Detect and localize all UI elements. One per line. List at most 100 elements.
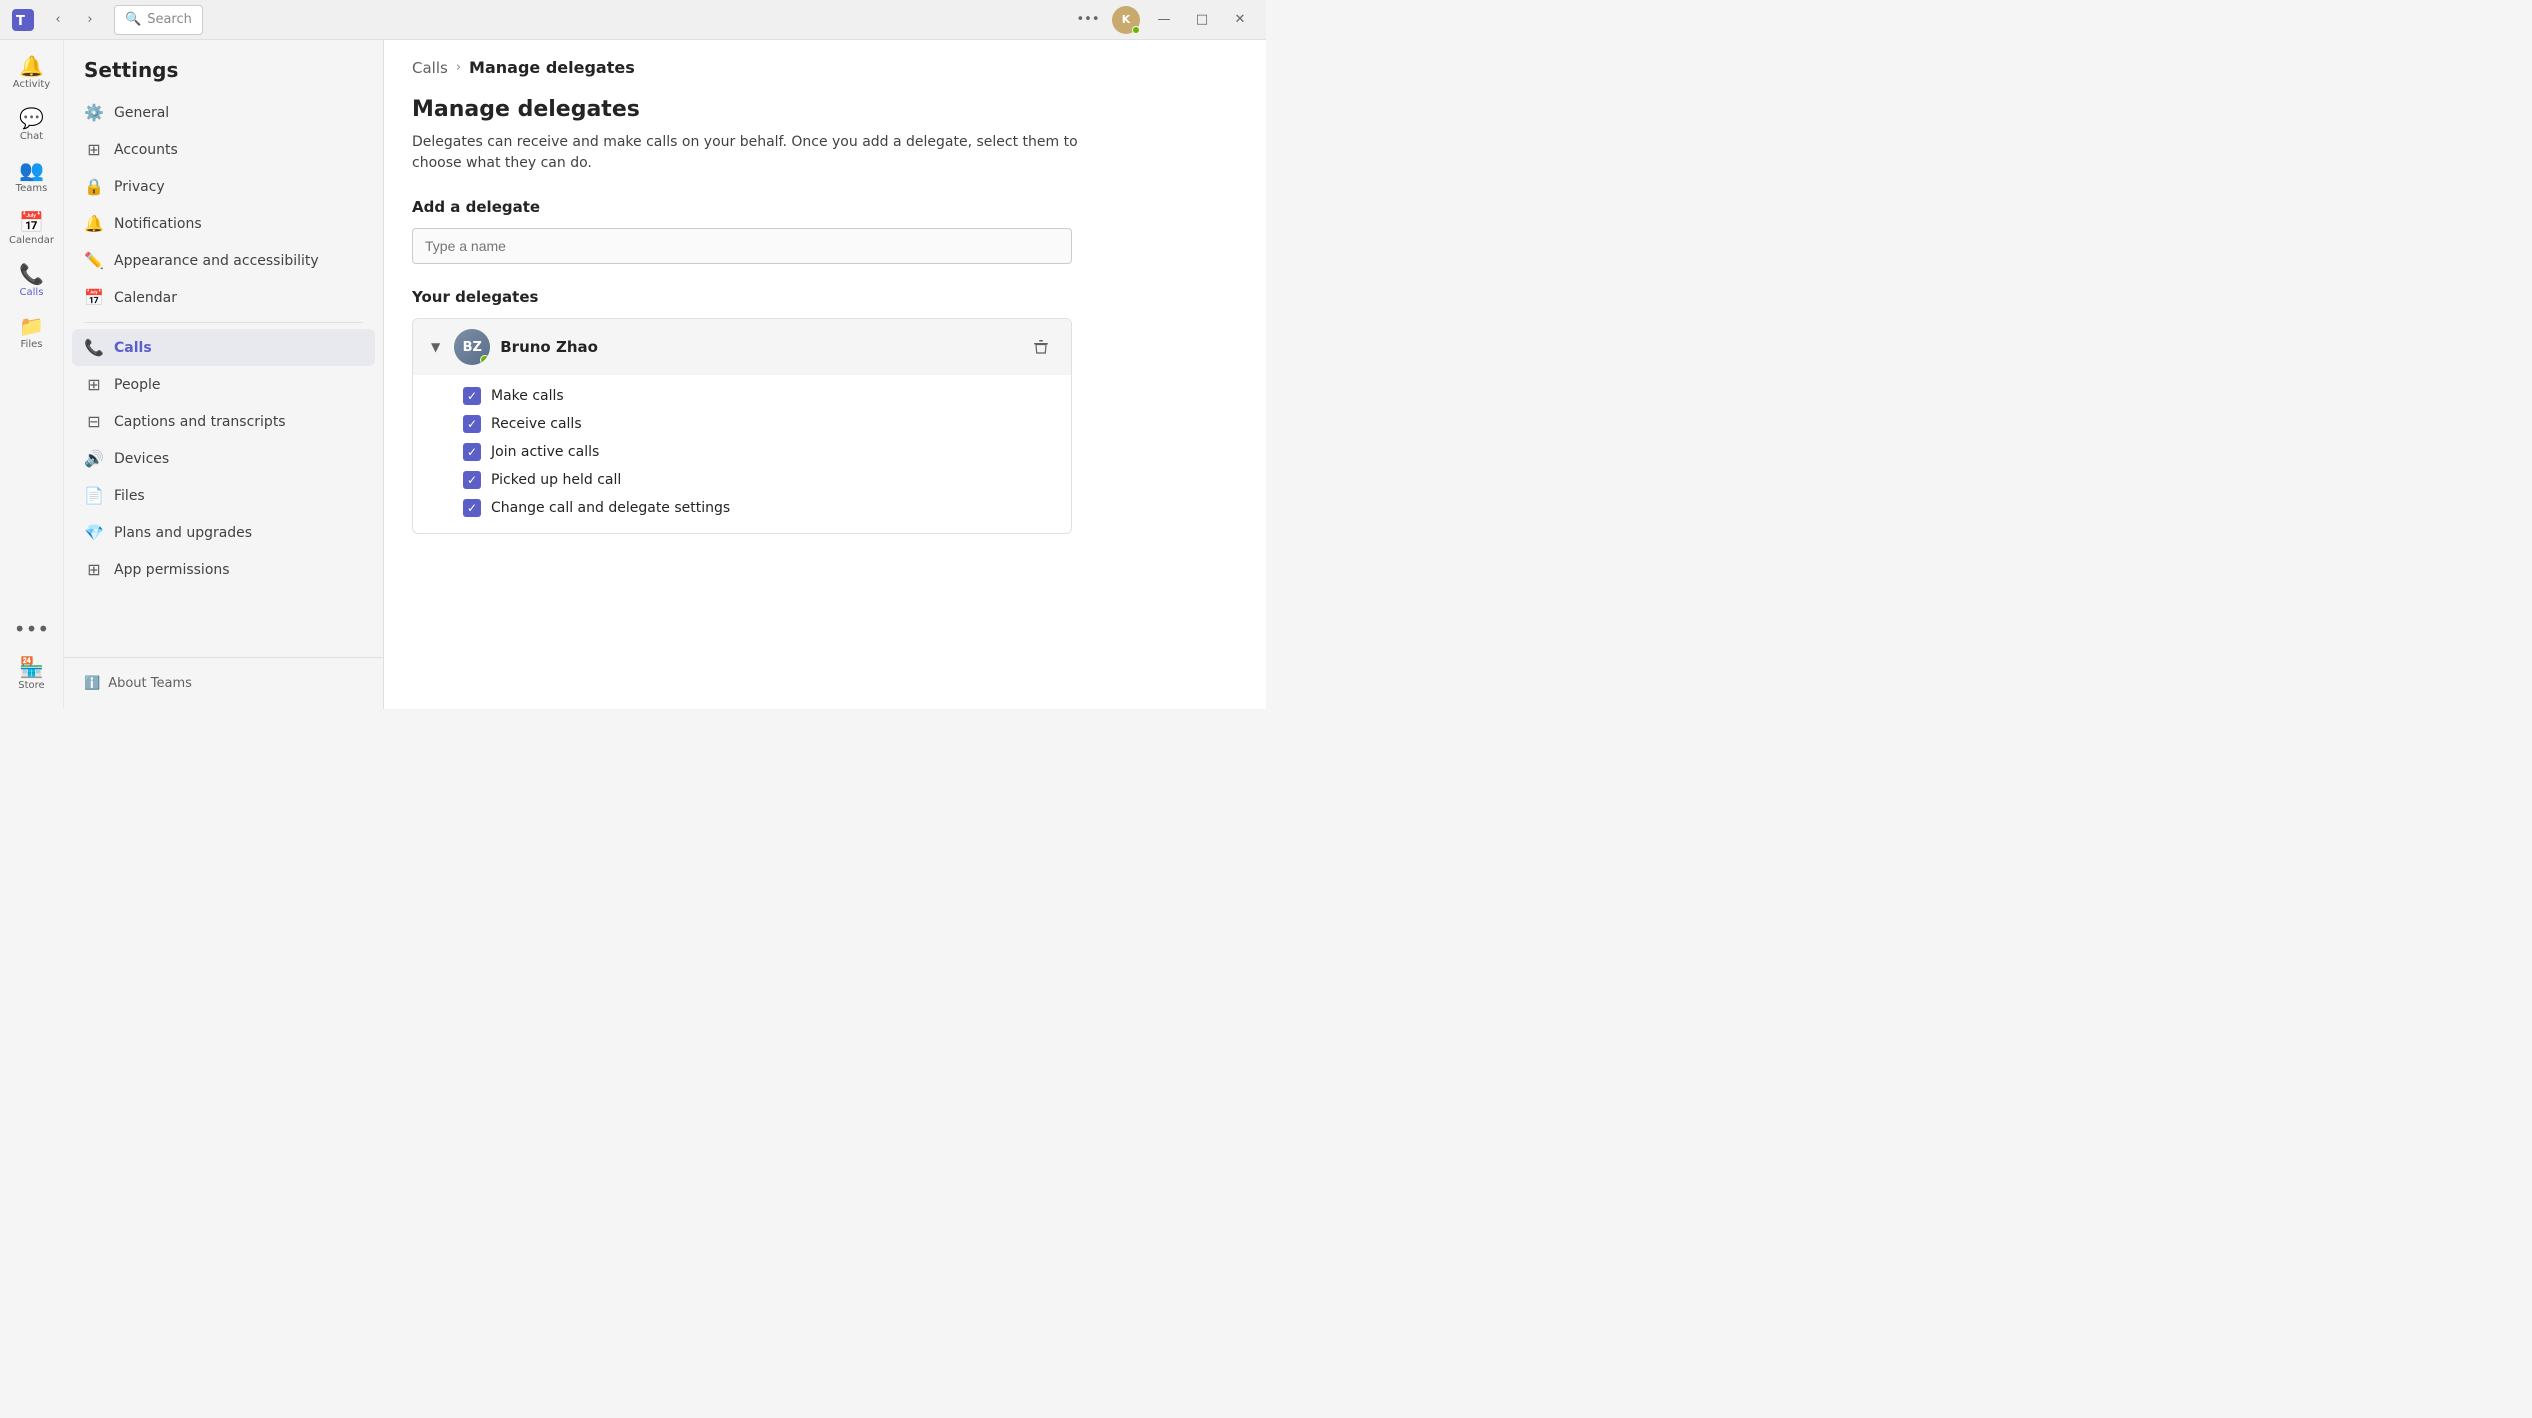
menu-label-devices: Devices — [114, 451, 169, 467]
permission-label-pickup-held: Picked up held call — [491, 472, 621, 488]
menu-label-calls: Calls — [114, 340, 152, 356]
delegate-avatar: BZ — [454, 329, 490, 365]
menu-item-calls[interactable]: 📞 Calls — [72, 329, 375, 366]
permission-label-make-calls: Make calls — [491, 388, 564, 404]
nav-arrows: ‹ › — [44, 6, 104, 34]
menu-item-notifications[interactable]: 🔔 Notifications — [72, 205, 375, 242]
search-bar[interactable]: 🔍 Search — [114, 5, 203, 35]
more-options-button[interactable]: ••• — [1074, 6, 1102, 34]
main-content: Calls › Manage delegates Manage delegate… — [384, 40, 1266, 709]
search-placeholder: Search — [147, 12, 192, 27]
breadcrumb-parent[interactable]: Calls — [412, 59, 448, 77]
teams-icon: 👥 — [19, 160, 44, 180]
calls-icon: 📞 — [19, 264, 44, 284]
permission-label-receive-calls: Receive calls — [491, 416, 582, 432]
title-bar-left: T ‹ › 🔍 Search — [12, 5, 203, 35]
add-delegate-input[interactable] — [412, 228, 1072, 264]
nav-item-calendar[interactable]: 📅 Calendar — [6, 204, 58, 254]
user-avatar[interactable]: K — [1112, 6, 1140, 34]
content-body: Manage delegates Delegates can receive a… — [384, 87, 1266, 709]
svg-text:T: T — [16, 14, 25, 29]
checkbox-make-calls[interactable]: ✓ — [463, 387, 481, 405]
checkbox-pickup-held[interactable]: ✓ — [463, 471, 481, 489]
notifications-icon: 🔔 — [84, 214, 104, 233]
title-bar: T ‹ › 🔍 Search ••• K — □ ✕ — [0, 0, 1266, 40]
people-icon: ⊞ — [84, 375, 104, 394]
menu-item-files[interactable]: 📄 Files — [72, 477, 375, 514]
forward-button[interactable]: › — [76, 6, 104, 34]
nav-label-calendar: Calendar — [9, 235, 54, 246]
appearance-icon: ✏️ — [84, 251, 104, 270]
checkmark-icon: ✓ — [467, 446, 477, 458]
checkbox-join-active[interactable]: ✓ — [463, 443, 481, 461]
permission-join-active: ✓ Join active calls — [463, 443, 1051, 461]
menu-item-calendar[interactable]: 📅 Calendar — [72, 279, 375, 316]
menu-item-permissions[interactable]: ⊞ App permissions — [72, 551, 375, 588]
nav-item-calls[interactable]: 📞 Calls — [6, 256, 58, 306]
nav-item-store[interactable]: 🏪 Store — [6, 649, 58, 699]
permission-make-calls: ✓ Make calls — [463, 387, 1051, 405]
info-icon: ℹ️ — [84, 676, 100, 691]
delete-delegate-button[interactable] — [1025, 331, 1057, 363]
minimize-button[interactable]: — — [1150, 6, 1178, 34]
about-teams-button[interactable]: ℹ️ About Teams — [84, 670, 363, 697]
menu-label-people: People — [114, 377, 161, 393]
general-icon: ⚙️ — [84, 103, 104, 122]
permission-label-join-active: Join active calls — [491, 444, 599, 460]
delegate-header: ▼ BZ Bruno Zhao — [413, 319, 1071, 375]
checkmark-icon: ✓ — [467, 502, 477, 514]
left-nav: 🔔 Activity 💬 Chat 👥 Teams 📅 Calendar 📞 C… — [0, 40, 64, 709]
checkmark-icon: ✓ — [467, 474, 477, 486]
delegate-avatar-status — [480, 355, 490, 365]
page-title: Manage delegates — [412, 97, 1238, 122]
menu-label-calendar: Calendar — [114, 290, 177, 306]
expand-delegate-button[interactable]: ▼ — [427, 338, 444, 356]
settings-footer: ℹ️ About Teams — [64, 657, 383, 709]
permissions-icon: ⊞ — [84, 560, 104, 579]
nav-item-activity[interactable]: 🔔 Activity — [6, 48, 58, 98]
nav-item-files[interactable]: 📁 Files — [6, 308, 58, 358]
plans-icon: 💎 — [84, 523, 104, 542]
checkbox-receive-calls[interactable]: ✓ — [463, 415, 481, 433]
title-bar-right: ••• K — □ ✕ — [1074, 6, 1254, 34]
settings-panel: Settings ⚙️ General ⊞ Accounts 🔒 Privacy… — [64, 40, 384, 709]
menu-label-accounts: Accounts — [114, 142, 178, 158]
files-icon: 📁 — [19, 316, 44, 336]
nav-label-teams: Teams — [16, 183, 48, 194]
app-layout: 🔔 Activity 💬 Chat 👥 Teams 📅 Calendar 📞 C… — [0, 40, 1266, 709]
about-teams-label: About Teams — [108, 676, 192, 691]
menu-label-captions: Captions and transcripts — [114, 414, 286, 430]
back-button[interactable]: ‹ — [44, 6, 72, 34]
checkbox-change-settings[interactable]: ✓ — [463, 499, 481, 517]
nav-label-activity: Activity — [13, 79, 50, 90]
menu-item-general[interactable]: ⚙️ General — [72, 94, 375, 131]
menu-label-appearance: Appearance and accessibility — [114, 253, 319, 269]
nav-more-button[interactable]: ••• — [6, 609, 58, 649]
checkmark-icon: ✓ — [467, 418, 477, 430]
nav-label-store: Store — [18, 680, 44, 691]
menu-item-plans[interactable]: 💎 Plans and upgrades — [72, 514, 375, 551]
menu-label-permissions: App permissions — [114, 562, 230, 578]
delegate-card: ▼ BZ Bruno Zhao — [412, 318, 1072, 534]
page-description: Delegates can receive and make calls on … — [412, 132, 1092, 174]
menu-item-captions[interactable]: ⊟ Captions and transcripts — [72, 403, 375, 440]
add-delegate-section-title: Add a delegate — [412, 198, 1238, 216]
activity-icon: 🔔 — [19, 56, 44, 76]
nav-item-teams[interactable]: 👥 Teams — [6, 152, 58, 202]
accounts-icon: ⊞ — [84, 140, 104, 159]
menu-item-devices[interactable]: 🔊 Devices — [72, 440, 375, 477]
permission-receive-calls: ✓ Receive calls — [463, 415, 1051, 433]
menu-item-privacy[interactable]: 🔒 Privacy — [72, 168, 375, 205]
checkmark-icon: ✓ — [467, 390, 477, 402]
nav-label-calls: Calls — [20, 287, 44, 298]
menu-item-people[interactable]: ⊞ People — [72, 366, 375, 403]
menu-item-appearance[interactable]: ✏️ Appearance and accessibility — [72, 242, 375, 279]
teams-logo-icon: T — [12, 9, 34, 31]
more-icon: ••• — [14, 617, 49, 641]
menu-item-accounts[interactable]: ⊞ Accounts — [72, 131, 375, 168]
close-button[interactable]: ✕ — [1226, 6, 1254, 34]
nav-item-chat[interactable]: 💬 Chat — [6, 100, 58, 150]
avatar-status-indicator — [1132, 26, 1140, 34]
calendar-icon: 📅 — [19, 212, 44, 232]
maximize-button[interactable]: □ — [1188, 6, 1216, 34]
